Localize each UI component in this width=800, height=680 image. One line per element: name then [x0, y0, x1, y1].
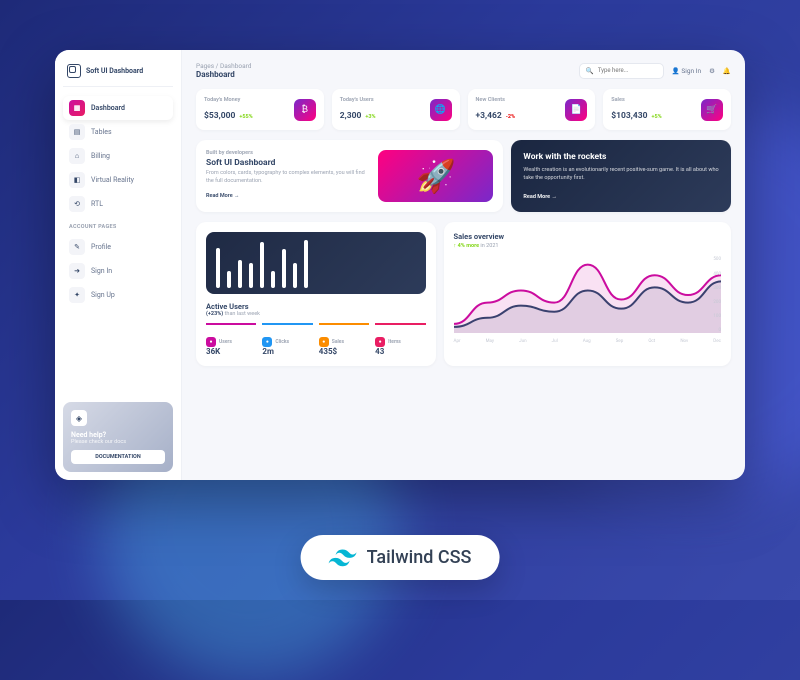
sidebar-item-sign-up[interactable]: ✦Sign Up: [63, 283, 173, 307]
dev-readmore-link[interactable]: Read More →: [206, 193, 368, 199]
work-readmore-link[interactable]: Read More →: [523, 194, 719, 200]
mini-stat: ●Items43: [375, 323, 425, 356]
sidebar-item-rtl[interactable]: ⟲RTL: [63, 192, 173, 216]
main-content: Pages / Dashboard Dashboard 🔍 👤 Sign In …: [182, 50, 745, 480]
bar: [282, 249, 286, 288]
mini-stat: ●Clicks2m: [262, 323, 312, 356]
sidebar-item-billing[interactable]: ⌂Billing: [63, 144, 173, 168]
bar: [260, 242, 264, 288]
sidebar-item-dashboard[interactable]: ▦Dashboard: [63, 96, 173, 120]
bar: [227, 271, 231, 288]
signin-link[interactable]: 👤 Sign In: [672, 67, 701, 75]
bell-icon[interactable]: 🔔: [723, 67, 731, 75]
documentation-button[interactable]: DOCUMENTATION: [71, 450, 165, 464]
stat-card: Today's Users2,300 +3%🌐: [332, 89, 460, 130]
breadcrumb: Pages / Dashboard Dashboard: [196, 62, 251, 79]
search-icon: 🔍: [586, 67, 594, 75]
stat-icon: 📄: [565, 99, 587, 121]
sign in-icon: ➜: [69, 263, 85, 279]
stat-card: Sales$103,430 +5%🛒: [603, 89, 731, 130]
help-card: ◈ Need help? Please check our docs DOCUM…: [63, 402, 173, 472]
profile-icon: ✎: [69, 239, 85, 255]
stat-icon: 🛒: [701, 99, 723, 121]
search-input[interactable]: [598, 67, 657, 74]
dashboard-icon: ▦: [69, 100, 85, 116]
work-body: Wealth creation is an evolutionarily rec…: [523, 167, 719, 182]
sidebar-item-profile[interactable]: ✎Profile: [63, 235, 173, 259]
dev-title: Soft UI Dashboard: [206, 158, 368, 168]
mini-stat: ●Users36K: [206, 323, 256, 356]
tailwind-icon: [329, 549, 357, 567]
bar: [304, 240, 308, 288]
sales-title: Sales overview: [454, 232, 721, 241]
sidebar: Soft UI Dashboard ▦Dashboard▤Tables⌂Bill…: [55, 50, 182, 480]
sidebar-item-tables[interactable]: ▤Tables: [63, 120, 173, 144]
bar: [238, 260, 242, 288]
nav-section-label: ACCOUNT PAGES: [63, 219, 173, 232]
brand[interactable]: Soft UI Dashboard: [63, 64, 173, 87]
work-card: Work with the rockets Wealth creation is…: [511, 140, 731, 212]
stat-icon: 🌐: [430, 99, 452, 121]
help-sub: Please check our docs: [71, 439, 165, 445]
stat-icon: ₿: [294, 99, 316, 121]
active-users-card: Active Users (+23%) than last week ●User…: [196, 222, 436, 366]
dev-body: From colors, cards, typography to comple…: [206, 170, 368, 185]
bar: [271, 271, 275, 288]
search-box[interactable]: 🔍: [579, 63, 664, 79]
diamond-icon: ◈: [71, 410, 87, 426]
tailwind-badge: Tailwind CSS: [301, 535, 500, 580]
dev-sub: Built by developers: [206, 150, 368, 156]
sign up-icon: ✦: [69, 287, 85, 303]
stats-row: Today's Money$53,000 +55%₿Today's Users2…: [196, 89, 731, 130]
dev-card: Built by developers Soft UI Dashboard Fr…: [196, 140, 503, 212]
bar: [216, 248, 220, 288]
topbar: Pages / Dashboard Dashboard 🔍 👤 Sign In …: [196, 62, 731, 79]
work-title: Work with the rockets: [523, 152, 719, 162]
stat-card: Today's Money$53,000 +55%₿: [196, 89, 324, 130]
logo-icon: [67, 64, 81, 78]
help-title: Need help?: [71, 431, 165, 439]
active-users-bar-chart: [206, 232, 426, 294]
page-title: Dashboard: [196, 70, 251, 79]
sales-card: Sales overview ↑ 4% more in 2021 5004003…: [444, 222, 731, 366]
sidebar-item-virtual-reality[interactable]: ◧Virtual Reality: [63, 168, 173, 192]
rocket-image: 🚀: [378, 150, 493, 202]
sales-line-chart: 5004003002001000 AprMayJunJulAugSepOctNo…: [454, 257, 721, 345]
sidebar-item-sign-in[interactable]: ➜Sign In: [63, 259, 173, 283]
sales-sub: ↑ 4% more in 2021: [454, 243, 721, 249]
stat-card: New Clients+3,462 -2%📄: [468, 89, 596, 130]
tailwind-label: Tailwind CSS: [367, 547, 472, 568]
rtl-icon: ⟲: [69, 196, 85, 212]
tables-icon: ▤: [69, 124, 85, 140]
mini-stat: ●Sales435$: [319, 323, 369, 356]
rocket-icon: 🚀: [416, 157, 456, 195]
brand-label: Soft UI Dashboard: [86, 67, 143, 75]
virtual reality-icon: ◧: [69, 172, 85, 188]
active-sub: (+23%) than last week: [206, 311, 426, 317]
gear-icon[interactable]: ⚙: [709, 67, 715, 75]
billing-icon: ⌂: [69, 148, 85, 164]
bar: [249, 263, 253, 288]
dashboard-frame: Soft UI Dashboard ▦Dashboard▤Tables⌂Bill…: [55, 50, 745, 480]
bar: [293, 263, 297, 288]
